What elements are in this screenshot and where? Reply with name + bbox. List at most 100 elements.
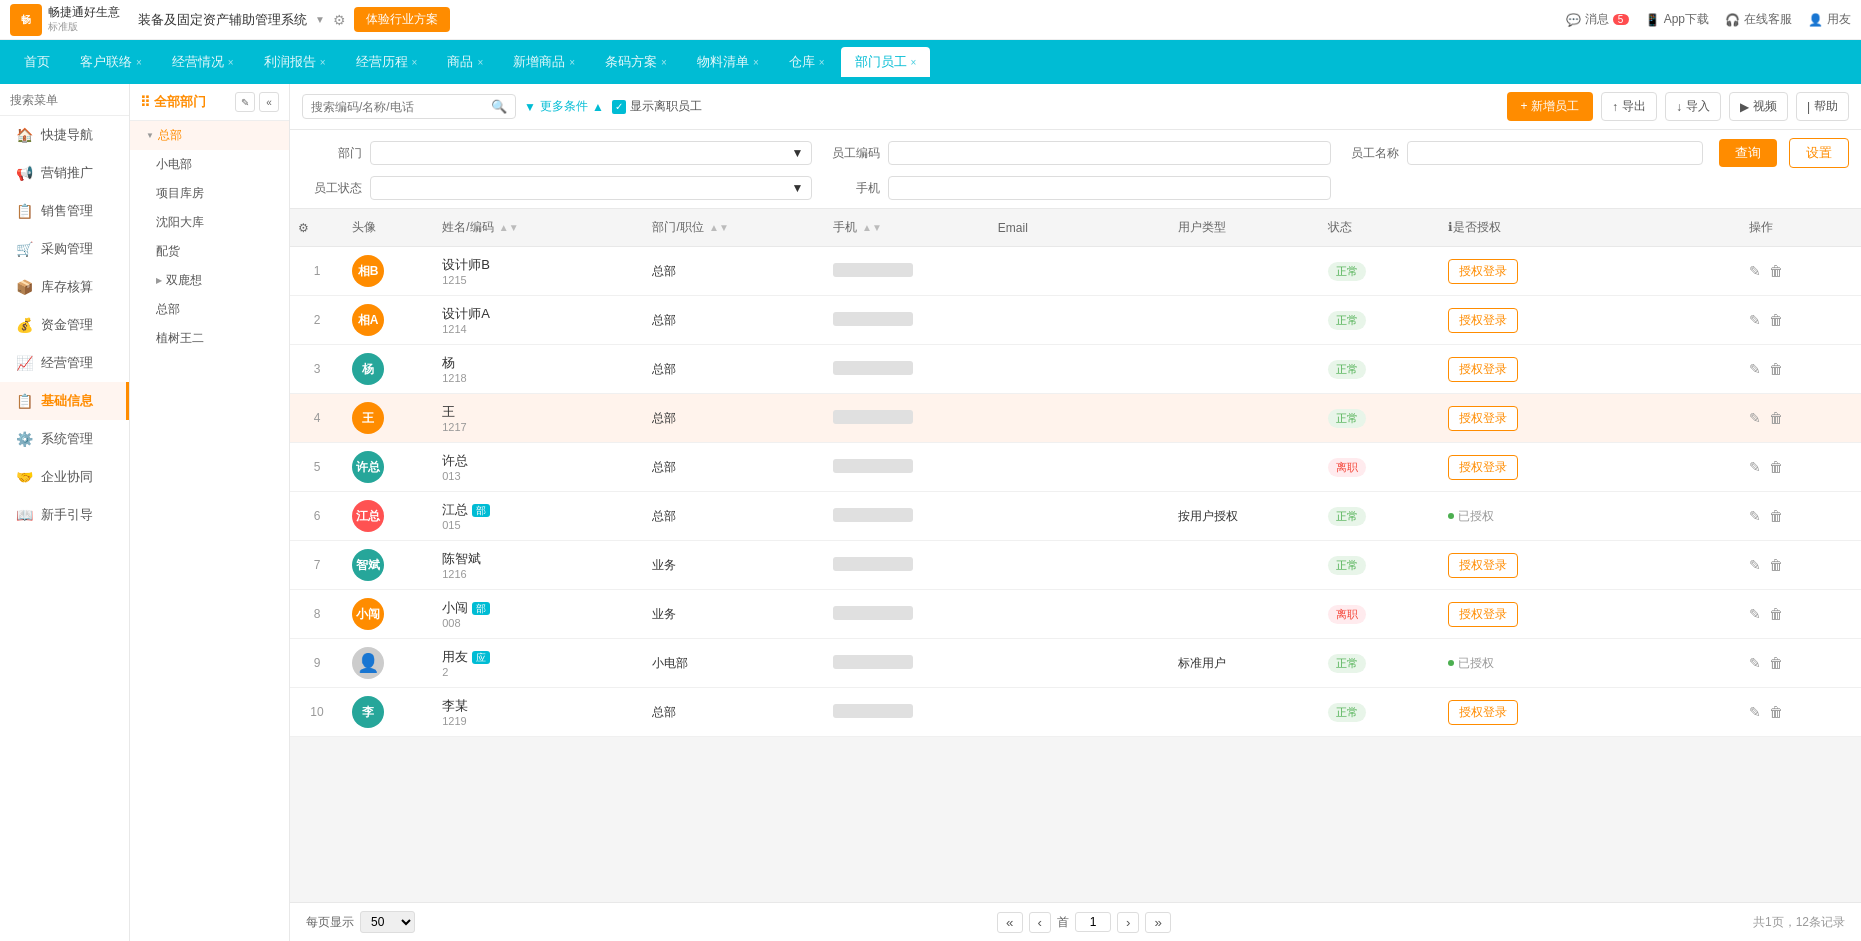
last-page-button[interactable]: »: [1145, 912, 1170, 933]
tab-new-goods[interactable]: 新增商品 ×: [499, 47, 589, 77]
online-service-button[interactable]: 🎧 在线客服: [1725, 11, 1792, 28]
dept-item-small-electric[interactable]: 小电部: [140, 150, 289, 179]
show-resigned-toggle[interactable]: ✓ 显示离职员工: [612, 98, 702, 115]
auth-login-button[interactable]: 授权登录: [1448, 602, 1518, 627]
close-icon[interactable]: ×: [412, 57, 418, 68]
sidebar-item-cooperation[interactable]: 🤝企业协同: [0, 458, 129, 496]
next-page-button[interactable]: ›: [1117, 912, 1139, 933]
tab-department[interactable]: 部门员工 ×: [841, 47, 931, 77]
delete-icon[interactable]: 🗑: [1769, 606, 1783, 622]
edit-icon[interactable]: ✎: [1749, 459, 1761, 475]
tab-customer[interactable]: 客户联络 ×: [66, 47, 156, 77]
edit-icon[interactable]: ✎: [1749, 704, 1761, 720]
tab-home[interactable]: 首页: [10, 47, 64, 77]
edit-icon[interactable]: ✎: [1749, 508, 1761, 524]
tab-bom[interactable]: 物料清单 ×: [683, 47, 773, 77]
delete-icon[interactable]: 🗑: [1769, 557, 1783, 573]
sidebar-item-marketing[interactable]: 📢营销推广: [0, 154, 129, 192]
dept-item-project-warehouse[interactable]: 项目库房: [140, 179, 289, 208]
close-icon[interactable]: ×: [136, 57, 142, 68]
export-button[interactable]: ↑ 导出: [1601, 92, 1657, 121]
close-icon[interactable]: ×: [753, 57, 759, 68]
auth-login-button[interactable]: 授权登录: [1448, 455, 1518, 480]
search-icon[interactable]: 🔍: [491, 99, 507, 114]
more-filter-button[interactable]: ▼ 更多条件 ▲: [524, 98, 604, 115]
help-button[interactable]: | 帮助: [1796, 92, 1849, 121]
sidebar-item-system[interactable]: ⚙️系统管理: [0, 420, 129, 458]
sidebar-item-basics[interactable]: 📋基础信息: [0, 382, 129, 420]
per-page-select[interactable]: 50 100 200: [360, 911, 415, 933]
close-icon[interactable]: ×: [320, 57, 326, 68]
sidebar-item-shortcut[interactable]: 🏠快捷导航: [0, 116, 129, 154]
phone-input[interactable]: [888, 176, 1330, 200]
search-input[interactable]: [311, 100, 491, 114]
delete-icon[interactable]: 🗑: [1769, 410, 1783, 426]
delete-icon[interactable]: 🗑: [1769, 263, 1783, 279]
page-number-input[interactable]: [1075, 912, 1111, 932]
col-name-code[interactable]: 姓名/编码 ▲▼: [434, 209, 644, 247]
edit-icon[interactable]: ✎: [1749, 263, 1761, 279]
edit-icon[interactable]: ✎: [1749, 410, 1761, 426]
auth-login-button[interactable]: 授权登录: [1448, 406, 1518, 431]
tab-profit[interactable]: 利润报告 ×: [250, 47, 340, 77]
close-icon[interactable]: ×: [661, 57, 667, 68]
auth-login-button[interactable]: 授权登录: [1448, 553, 1518, 578]
sidebar-item-guide[interactable]: 📖新手引导: [0, 496, 129, 534]
user-button[interactable]: 👤 用友: [1808, 11, 1851, 28]
tab-goods[interactable]: 商品 ×: [433, 47, 497, 77]
tab-business[interactable]: 经营情况 ×: [158, 47, 248, 77]
message-button[interactable]: 💬 消息 5: [1566, 11, 1629, 28]
dept-item-zhishu[interactable]: 植树王二: [140, 324, 289, 353]
auth-login-button[interactable]: 授权登录: [1448, 259, 1518, 284]
auth-login-button[interactable]: 授权登录: [1448, 700, 1518, 725]
sidebar-search-input[interactable]: [10, 93, 130, 107]
delete-icon[interactable]: 🗑: [1769, 361, 1783, 377]
emp-status-select[interactable]: ▼: [370, 176, 812, 200]
delete-icon[interactable]: 🗑: [1769, 704, 1783, 720]
close-icon[interactable]: ×: [819, 57, 825, 68]
delete-icon[interactable]: 🗑: [1769, 312, 1783, 328]
trial-button[interactable]: 体验行业方案: [354, 7, 450, 32]
tab-history[interactable]: 经营历程 ×: [342, 47, 432, 77]
col-settings[interactable]: ⚙: [290, 209, 344, 247]
dept-item-distribution[interactable]: 配货: [140, 237, 289, 266]
edit-icon[interactable]: ✎: [1749, 312, 1761, 328]
dept-edit-button[interactable]: ✎: [235, 92, 255, 112]
dept-filter-select[interactable]: ▼: [370, 141, 812, 165]
close-icon[interactable]: ×: [228, 57, 234, 68]
import-button[interactable]: ↓ 导入: [1665, 92, 1721, 121]
auth-login-button[interactable]: 授权登录: [1448, 357, 1518, 382]
sidebar-item-inventory[interactable]: 📦库存核算: [0, 268, 129, 306]
sidebar-item-purchase[interactable]: 🛒采购管理: [0, 230, 129, 268]
set-button[interactable]: 设置: [1789, 138, 1849, 168]
edit-icon[interactable]: ✎: [1749, 655, 1761, 671]
edit-icon[interactable]: ✎: [1749, 557, 1761, 573]
emp-name-input[interactable]: [1407, 141, 1703, 165]
tab-barcode[interactable]: 条码方案 ×: [591, 47, 681, 77]
dept-item-headquarters[interactable]: 总部: [140, 295, 289, 324]
dept-item-shenyang[interactable]: 沈阳大库: [140, 208, 289, 237]
close-icon[interactable]: ×: [569, 57, 575, 68]
edit-icon[interactable]: ✎: [1749, 361, 1761, 377]
query-button[interactable]: 查询: [1719, 139, 1777, 167]
delete-icon[interactable]: 🗑: [1769, 655, 1783, 671]
sidebar-item-operations[interactable]: 📈经营管理: [0, 344, 129, 382]
delete-icon[interactable]: 🗑: [1769, 508, 1783, 524]
app-download-button[interactable]: 📱 App下载: [1645, 11, 1709, 28]
tab-warehouse[interactable]: 仓库 ×: [775, 47, 839, 77]
close-icon[interactable]: ×: [477, 57, 483, 68]
col-dept[interactable]: 部门/职位 ▲▼: [644, 209, 824, 247]
delete-icon[interactable]: 🗑: [1769, 459, 1783, 475]
settings-icon[interactable]: ⚙: [333, 12, 346, 28]
edit-icon[interactable]: ✎: [1749, 606, 1761, 622]
add-employee-button[interactable]: + 新增员工: [1507, 92, 1593, 121]
sidebar-item-finance[interactable]: 💰资金管理: [0, 306, 129, 344]
close-icon[interactable]: ×: [911, 57, 917, 68]
sidebar-item-sales[interactable]: 📋销售管理: [0, 192, 129, 230]
system-dropdown-icon[interactable]: ▼: [315, 14, 325, 25]
first-page-button[interactable]: «: [997, 912, 1022, 933]
dept-item-headquarters-parent[interactable]: ▼ 总部: [130, 121, 289, 150]
prev-page-button[interactable]: ‹: [1029, 912, 1051, 933]
dept-collapse-button[interactable]: «: [259, 92, 279, 112]
auth-login-button[interactable]: 授权登录: [1448, 308, 1518, 333]
